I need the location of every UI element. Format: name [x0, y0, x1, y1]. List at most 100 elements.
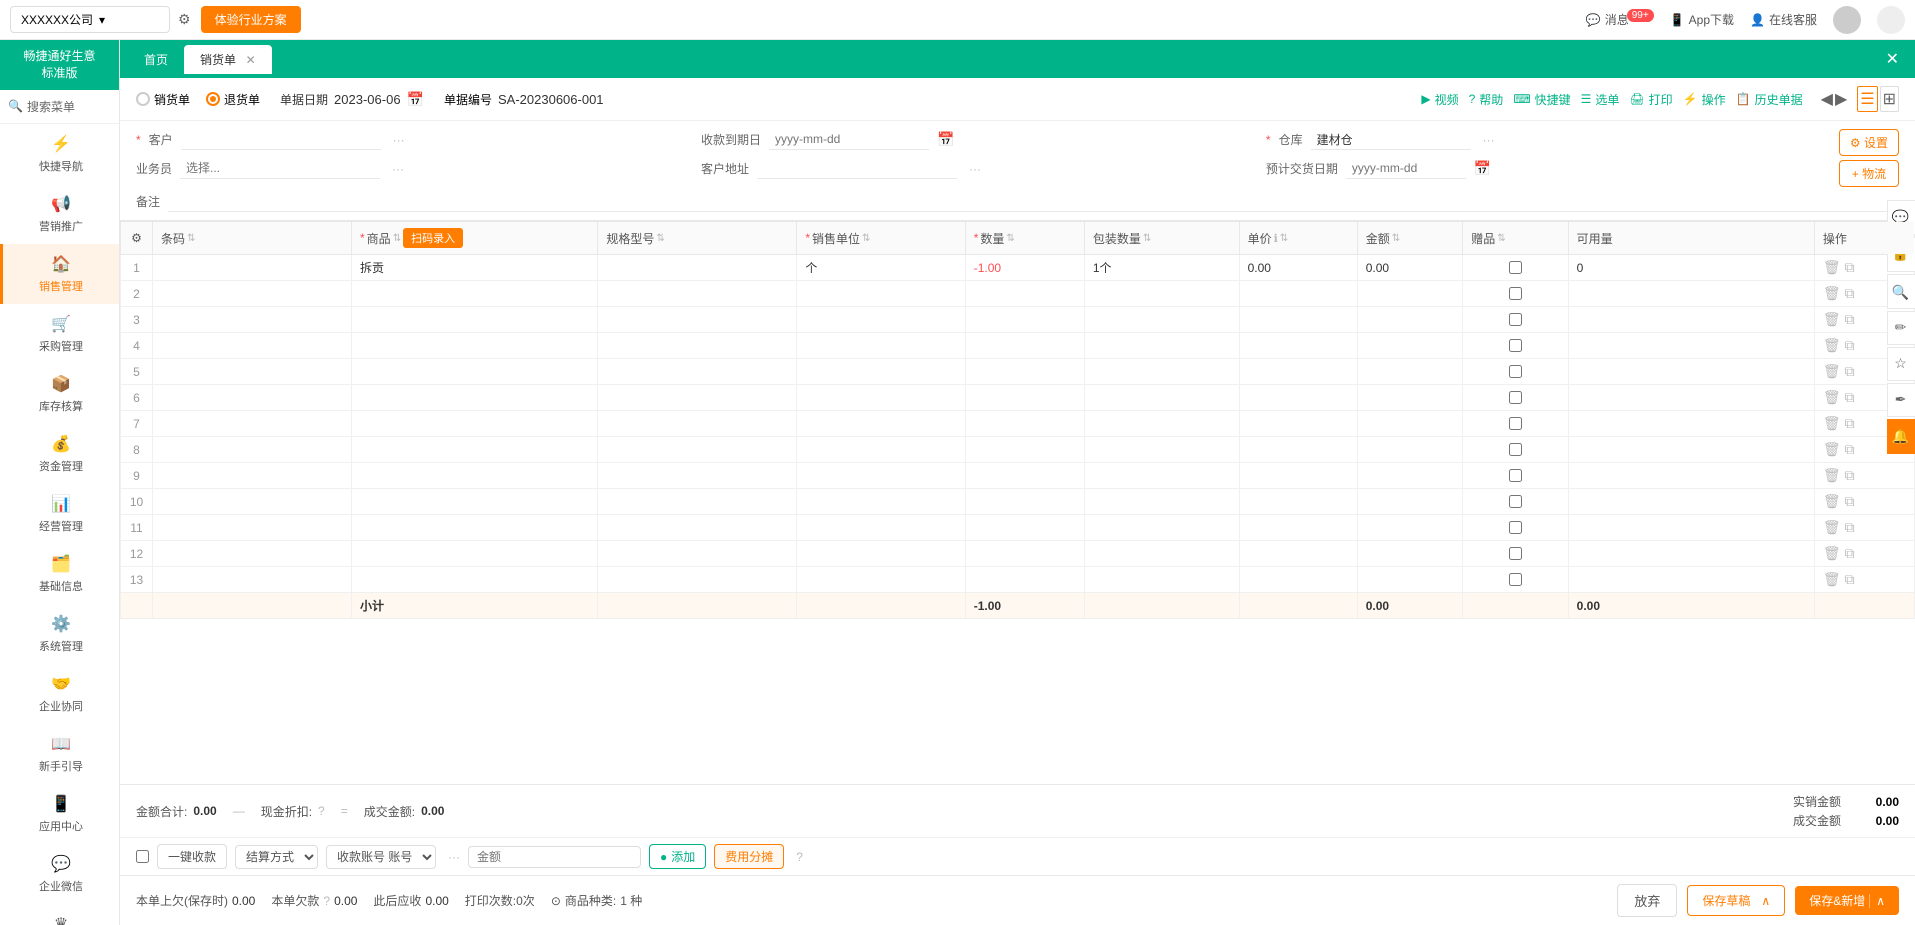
sidebar-item-quick-nav[interactable]: ⚡ 快捷导航 [0, 124, 119, 184]
expected-date-calendar-icon[interactable]: 📅 [1474, 160, 1491, 177]
sort-gift[interactable]: ⇅ [1497, 233, 1505, 244]
settings-icon[interactable]: ⚙ [178, 11, 191, 28]
sidebar-item-vip[interactable]: ♛ 畅会员 [0, 904, 119, 925]
due-date-input[interactable] [769, 129, 929, 150]
delete-row-icon[interactable]: 🗑 [1823, 259, 1841, 276]
company-selector[interactable]: XXXXXX公司 ▾ [10, 6, 170, 33]
delete-row-icon[interactable]: 🗑 [1823, 493, 1841, 510]
cell-barcode[interactable] [153, 489, 352, 515]
one-click-checkbox[interactable] [136, 850, 149, 863]
sidebar-item-inventory[interactable]: 📦 库存核算 [0, 364, 119, 424]
sidebar-item-sales[interactable]: 🏠 销售管理 [0, 244, 119, 304]
avatar-extra[interactable] [1877, 6, 1905, 34]
sort-pack-qty[interactable]: ⇅ [1143, 233, 1151, 244]
unit-price-info-icon[interactable]: ℹ [1274, 232, 1278, 245]
prev-doc-btn[interactable]: ◀ [1821, 89, 1833, 109]
float-edit-btn[interactable]: ✏ [1887, 311, 1915, 345]
customer-dots-btn[interactable]: ··· [393, 133, 405, 147]
radio-return-order[interactable]: 退货单 [206, 91, 260, 108]
tab-close-icon[interactable]: ✕ [246, 53, 256, 67]
cell-barcode[interactable] [153, 281, 352, 307]
sidebar-item-marketing[interactable]: 📢 营销推广 [0, 184, 119, 244]
float-search-btn[interactable]: 🔍 [1887, 274, 1915, 309]
print-btn[interactable]: 🖨 打印 [1629, 91, 1672, 108]
sort-unit[interactable]: ⇅ [862, 233, 870, 244]
expense-btn[interactable]: 费用分摊 [714, 844, 784, 869]
cell-barcode[interactable] [153, 541, 352, 567]
delete-row-icon[interactable]: 🗑 [1823, 311, 1841, 328]
save-draft-btn[interactable]: 保存草稿 ∧ [1687, 885, 1785, 916]
cell-spec[interactable] [598, 307, 797, 333]
app-download-btn[interactable]: 📱 App下载 [1670, 11, 1734, 28]
cell-spec[interactable] [598, 411, 797, 437]
online-service-btn[interactable]: 👤 在线客服 [1750, 11, 1817, 28]
sort-amount[interactable]: ⇅ [1392, 233, 1400, 244]
history-btn[interactable]: 📋 历史单据 [1736, 91, 1803, 108]
cell-spec[interactable] [598, 437, 797, 463]
one-click-btn[interactable]: 一键收款 [157, 844, 227, 869]
grid-view-btn[interactable]: ⊞ [1880, 86, 1899, 112]
sidebar-item-enterprise[interactable]: 🤝 企业协同 [0, 664, 119, 724]
sidebar-item-purchase[interactable]: 🛒 采购管理 [0, 304, 119, 364]
radio-sales-order[interactable]: 销货单 [136, 91, 190, 108]
float-star-btn[interactable]: ☆ [1887, 347, 1915, 381]
sidebar-item-finance[interactable]: 💰 资金管理 [0, 424, 119, 484]
sidebar-search[interactable]: 🔍 搜索菜单 [0, 90, 119, 124]
copy-row-icon[interactable]: ⧉ [1845, 337, 1855, 354]
copy-row-icon[interactable]: ⧉ [1845, 545, 1855, 562]
select-btn[interactable]: ☰ 选单 [1581, 91, 1620, 108]
sidebar-item-basic[interactable]: 🗂️ 基础信息 [0, 544, 119, 604]
operate-btn[interactable]: ⚡ 操作 [1683, 91, 1726, 108]
delete-row-icon[interactable]: 🗑 [1823, 545, 1841, 562]
copy-row-icon[interactable]: ⧉ [1845, 311, 1855, 328]
message-btn[interactable]: 💬 消息 99+ [1586, 11, 1654, 28]
copy-row-icon[interactable]: ⧉ [1845, 285, 1855, 302]
cell-barcode[interactable] [153, 385, 352, 411]
sidebar-item-newbie[interactable]: 📖 新手引导 [0, 724, 119, 784]
th-settings[interactable]: ⚙ [121, 222, 153, 255]
bill-due-help[interactable]: ? [323, 894, 330, 908]
close-all-tabs-btn[interactable]: ✕ [1878, 49, 1907, 69]
addr-dots-btn[interactable]: ··· [969, 162, 981, 176]
delete-row-icon[interactable]: 🗑 [1823, 441, 1841, 458]
cell-barcode[interactable] [153, 307, 352, 333]
cell-spec[interactable] [598, 281, 797, 307]
save-new-btn[interactable]: 保存&新增 ∧ [1795, 886, 1899, 915]
setup-btn[interactable]: ⚙ 设置 [1839, 129, 1899, 156]
cell-spec[interactable] [598, 463, 797, 489]
delete-row-icon[interactable]: 🗑 [1823, 337, 1841, 354]
list-view-btn[interactable]: ☰ [1857, 86, 1877, 112]
copy-row-icon[interactable]: ⧉ [1845, 363, 1855, 380]
cell-barcode[interactable] [153, 515, 352, 541]
float-pencil-btn[interactable]: ✒ [1887, 383, 1915, 417]
copy-row-icon[interactable]: ⧉ [1845, 519, 1855, 536]
logistics-btn[interactable]: + 物流 [1839, 160, 1899, 187]
cell-spec[interactable] [598, 333, 797, 359]
account-dots-btn[interactable]: ··· [448, 850, 460, 864]
salesperson-dots-btn[interactable]: ··· [392, 162, 404, 176]
warehouse-input[interactable] [1311, 129, 1471, 150]
cell-barcode[interactable] [153, 463, 352, 489]
delete-row-icon[interactable]: 🗑 [1823, 285, 1841, 302]
payment-method-select[interactable]: 结算方式 [235, 845, 318, 869]
sort-barcode[interactable]: ⇅ [187, 233, 195, 244]
payment-account-select[interactable]: 收款账号 账号 [326, 845, 436, 869]
video-btn[interactable]: ▶ 视频 [1421, 91, 1458, 108]
calendar-icon[interactable]: 📅 [407, 91, 424, 108]
save-new-arrow[interactable]: ∧ [1869, 894, 1885, 908]
delete-row-icon[interactable]: 🗑 [1823, 467, 1841, 484]
sort-product[interactable]: ⇅ [393, 233, 401, 244]
trial-button[interactable]: 体验行业方案 [201, 6, 301, 33]
cell-barcode[interactable] [153, 567, 352, 593]
delete-row-icon[interactable]: 🗑 [1823, 519, 1841, 536]
help-btn[interactable]: ? 帮助 [1469, 91, 1504, 108]
cell-spec[interactable] [598, 515, 797, 541]
expected-date-input[interactable] [1346, 158, 1466, 179]
cell-spec[interactable] [598, 255, 797, 281]
sort-spec[interactable]: ⇅ [656, 233, 664, 244]
salesperson-input[interactable] [180, 158, 380, 179]
customer-input[interactable] [181, 129, 381, 150]
customer-addr-input[interactable] [757, 158, 957, 179]
add-payment-btn[interactable]: ● 添加 [649, 844, 706, 869]
scan-btn[interactable]: 扫码录入 [403, 228, 463, 248]
